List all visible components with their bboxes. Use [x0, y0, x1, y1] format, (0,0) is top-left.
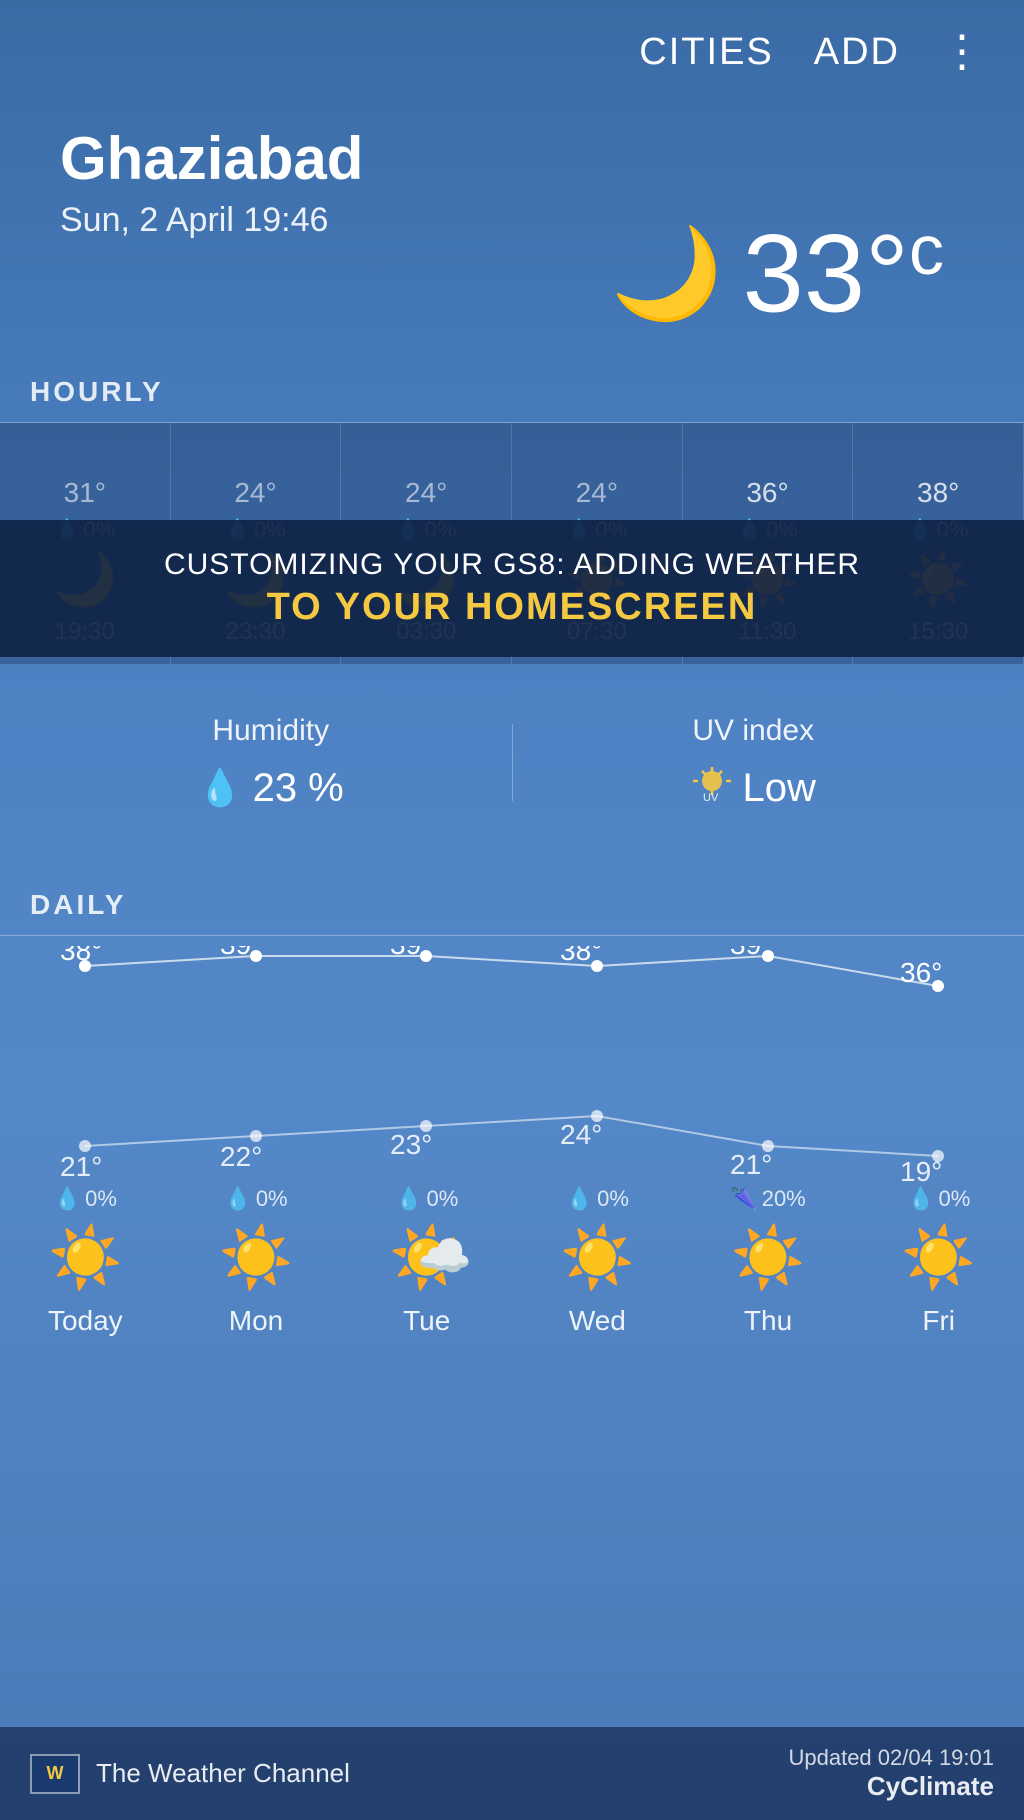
daily-weather-icon-2: ☀️☁️ [389, 1222, 464, 1293]
top-navigation: CITIES ADD ⋮ [0, 0, 1024, 84]
cyclimate-label: CyClimate [788, 1771, 994, 1802]
daily-col-1: 💧 0% ☀️ Mon [171, 1186, 342, 1353]
bottom-left: W The Weather Channel [30, 1754, 350, 1794]
uv-icon: UV [691, 767, 733, 809]
bottom-bar: W The Weather Channel Updated 02/04 19:0… [0, 1727, 1024, 1820]
daily-col-2: 💧 0% ☀️☁️ Tue [341, 1186, 512, 1353]
daily-col-5: 💧 0% ☀️ Fri [853, 1186, 1024, 1353]
daily-columns: 💧 0% ☀️ Today 💧 0% ☀️ Mon 💧 0% [0, 1186, 1024, 1353]
daily-weather-icon-1: ☀️ [219, 1222, 294, 1293]
uv-box: UV index UV Low [513, 714, 995, 811]
hourly-temp-0: 31° [64, 433, 106, 513]
uv-label: UV index [513, 714, 995, 748]
daily-rain-icon-2: 💧 [395, 1186, 422, 1212]
daily-col-0: 💧 0% ☀️ Today [0, 1186, 171, 1353]
temperature-value: 33°c [743, 210, 944, 338]
daily-rain-1: 💧 0% [224, 1186, 287, 1212]
high-temp-chart: 38° 39° 39° 38° 39° 36° [0, 946, 1024, 1076]
daily-section: DAILY 38° 39° 39° 38° 39° 36° [0, 871, 1024, 1363]
svg-text:39°: 39° [220, 946, 262, 960]
daily-rain-icon-4: 🌂 [730, 1186, 757, 1212]
daily-day-4: Thu [744, 1305, 792, 1337]
humidity-value: 💧 23 % [30, 766, 512, 811]
daily-day-2: Tue [403, 1305, 450, 1337]
daily-weather-icon-5: ☀️ [901, 1222, 976, 1293]
overlay-line2: TO YOUR HOMESCREEN [20, 586, 1004, 629]
svg-text:38°: 38° [60, 946, 102, 966]
humidity-icon: 💧 [198, 767, 243, 809]
humidity-label: Humidity [30, 714, 512, 748]
daily-day-5: Fri [922, 1305, 955, 1337]
hourly-section-label: HOURLY [0, 358, 1024, 423]
daily-rain-5: 💧 0% [907, 1186, 970, 1212]
daily-col-4: 🌂 20% ☀️ Thu [683, 1186, 854, 1353]
daily-day-3: Wed [569, 1305, 626, 1337]
daily-rain-0: 💧 0% [54, 1186, 117, 1212]
daily-col-3: 💧 0% ☀️ Wed [512, 1186, 683, 1353]
update-time: Updated 02/04 19:01 [788, 1745, 994, 1771]
overlay-line1: CUSTOMIZING YOUR GS8: ADDING WEATHER [20, 548, 1004, 582]
hourly-temp-4: 36° [746, 433, 788, 513]
humidity-box: Humidity 💧 23 % [30, 714, 512, 811]
daily-day-1: Mon [229, 1305, 283, 1337]
daily-rain-4: 🌂 20% [730, 1186, 805, 1212]
weather-channel-brand: The Weather Channel [96, 1758, 350, 1789]
city-name: Ghaziabad [60, 124, 964, 193]
hourly-temp-5: 38° [917, 433, 959, 513]
svg-text:23°: 23° [390, 1129, 432, 1160]
daily-section-label: DAILY [0, 871, 1024, 936]
daily-rain-icon-0: 💧 [54, 1186, 81, 1212]
more-options-button[interactable]: ⋮ [940, 30, 984, 74]
daily-rain-2: 💧 0% [395, 1186, 458, 1212]
daily-rain-3: 💧 0% [566, 1186, 629, 1212]
svg-text:36°: 36° [900, 957, 942, 988]
svg-text:38°: 38° [560, 946, 602, 966]
hourly-temp-1: 24° [234, 433, 276, 513]
daily-rain-icon-3: 💧 [566, 1186, 593, 1212]
daily-weather-icon-0: ☀️ [48, 1222, 123, 1293]
overlay-banner: CUSTOMIZING YOUR GS8: ADDING WEATHER TO … [0, 520, 1024, 657]
svg-text:22°: 22° [220, 1141, 262, 1172]
uv-value: UV Low [513, 766, 995, 811]
cities-button[interactable]: CITIES [639, 31, 773, 74]
daily-weather-icon-3: ☀️ [560, 1222, 635, 1293]
svg-text:39°: 39° [390, 946, 432, 960]
condition-icon: 🌙 [611, 221, 723, 326]
svg-text:21°: 21° [730, 1149, 772, 1180]
daily-rain-icon-1: 💧 [224, 1186, 251, 1212]
svg-text:24°: 24° [560, 1119, 602, 1150]
svg-text:19°: 19° [900, 1156, 942, 1186]
bottom-right: Updated 02/04 19:01 CyClimate [788, 1745, 994, 1802]
hourly-temp-3: 24° [576, 433, 618, 513]
svg-text:39°: 39° [730, 946, 772, 960]
add-button[interactable]: ADD [814, 31, 900, 74]
svg-text:21°: 21° [60, 1151, 102, 1182]
stats-row: Humidity 💧 23 % UV index UV Low [0, 664, 1024, 851]
low-temp-chart: 21° 22° 23° 24° 21° 19° [0, 1076, 1024, 1186]
daily-weather-icon-4: ☀️ [731, 1222, 806, 1293]
svg-text:UV: UV [703, 792, 719, 801]
daily-day-0: Today [48, 1305, 123, 1337]
daily-rain-icon-5: 💧 [907, 1186, 934, 1212]
weather-channel-logo: W [30, 1754, 80, 1794]
hero-section: Ghaziabad Sun, 2 April 19:46 🌙 33°c [0, 84, 1024, 358]
hourly-temp-2: 24° [405, 433, 447, 513]
